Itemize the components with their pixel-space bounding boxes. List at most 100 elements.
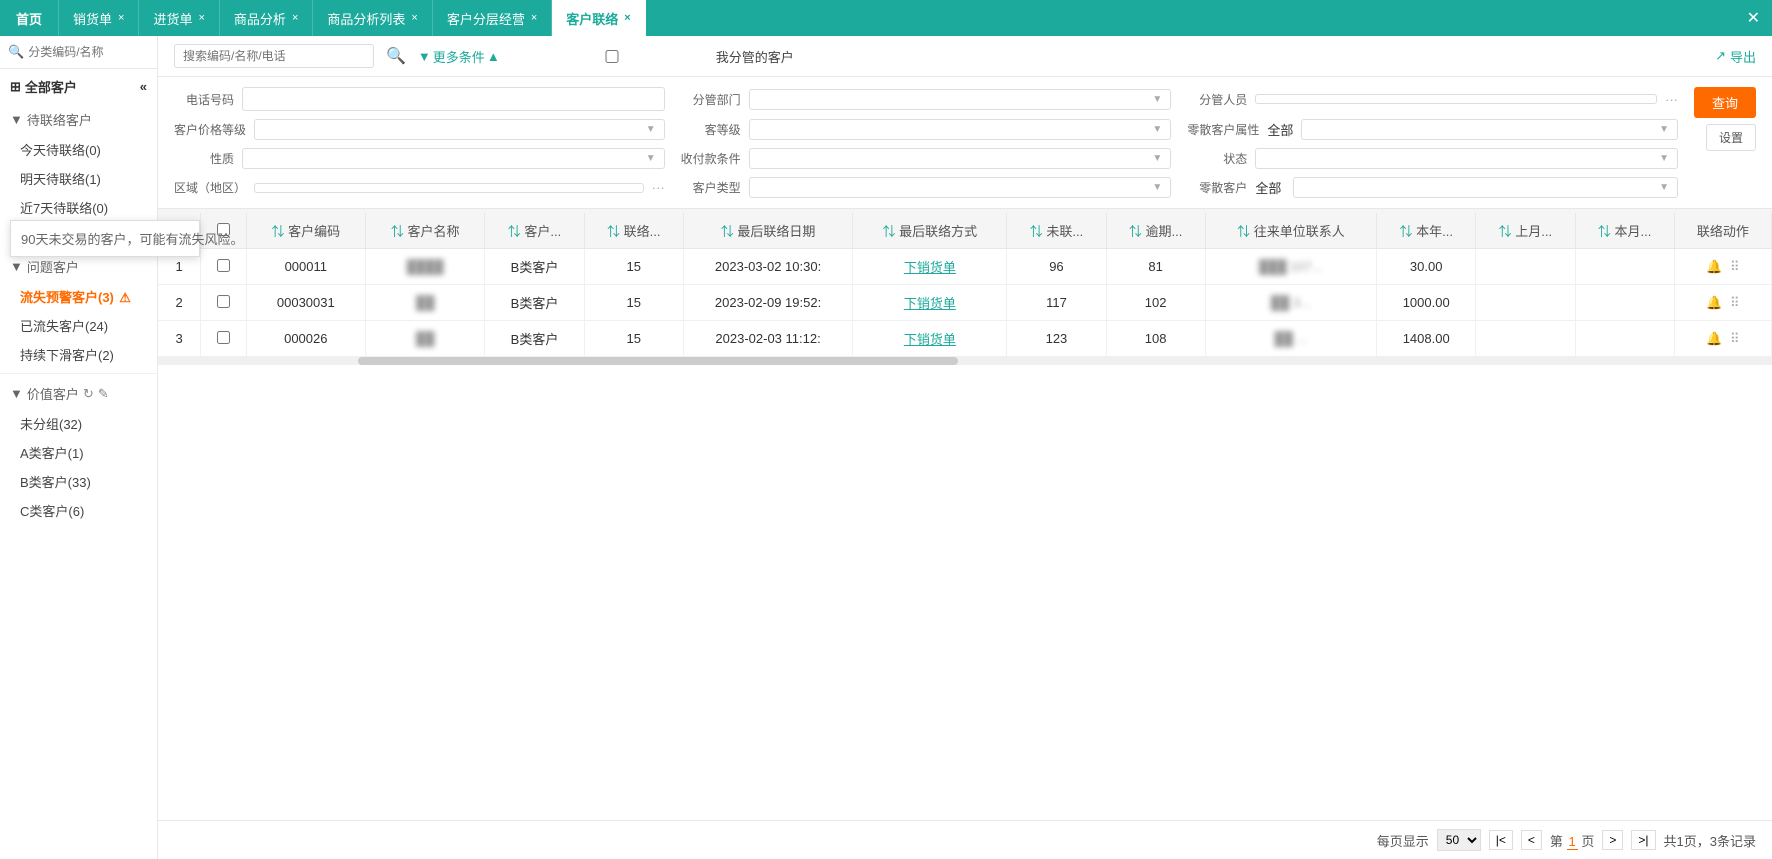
tab-customer-link[interactable]: 客户联络 × [552, 0, 645, 36]
my-customers-checkbox[interactable] [512, 50, 712, 63]
sort-icon-8: ⇅ [1129, 224, 1142, 239]
col-contact[interactable]: ⇅ 联络... [584, 213, 683, 249]
row-checkbox[interactable] [217, 259, 230, 272]
tab-home[interactable]: 首页 [0, 0, 59, 36]
query-button[interactable]: 查询 [1694, 87, 1756, 118]
more-conditions-button[interactable]: ▼ 更多条件 ▲ [418, 47, 500, 66]
filter-icon: ▼ [418, 49, 431, 64]
person-more-btn[interactable]: ··· [1665, 92, 1678, 107]
cell-last-date: 2023-02-09 19:52: [683, 285, 853, 321]
action-contact-icon[interactable]: 🔔 [1706, 295, 1722, 310]
tab-analysis-list-close[interactable]: × [411, 12, 417, 24]
cell-not-contact: 123 [1007, 321, 1106, 357]
zero-retail-attr-select[interactable]: ▼ [1301, 119, 1678, 140]
col-not-contact[interactable]: ⇅ 未联... [1007, 213, 1106, 249]
tab-analysis-list[interactable]: 商品分析列表 × [313, 0, 432, 36]
col-code[interactable]: ⇅ 客户编码 [246, 213, 365, 249]
scroll-thumb[interactable] [358, 357, 958, 365]
first-page-button[interactable]: |< [1489, 830, 1513, 850]
sidebar-item-churned[interactable]: 已流失客户(24) [0, 311, 157, 340]
tab-customer-tier[interactable]: 客户分层经营 × [433, 0, 552, 36]
sidebar-item-churn-warning[interactable]: 流失预警客户(3) ⚠ [0, 282, 157, 311]
col-last-way[interactable]: ⇅ 最后联络方式 [853, 213, 1007, 249]
tab-sales[interactable]: 销货单 × [59, 0, 139, 36]
cell-check[interactable] [201, 249, 246, 285]
cell-this-month [1575, 285, 1674, 321]
row-checkbox[interactable] [217, 331, 230, 344]
cell-check[interactable] [201, 285, 246, 321]
next-page-button[interactable]: > [1602, 830, 1623, 850]
tab-customer-tier-close[interactable]: × [531, 12, 537, 24]
region-select[interactable] [254, 183, 644, 193]
price-tier-select[interactable]: ▼ [254, 119, 665, 140]
cell-action[interactable]: 🔔 ⠿ [1674, 249, 1771, 285]
horizontal-scrollbar[interactable] [158, 357, 1772, 365]
dept-select[interactable]: ▼ [749, 89, 1172, 110]
collapse-icon[interactable]: « [140, 79, 147, 94]
tab-purchase-close[interactable]: × [198, 12, 204, 24]
payment-select[interactable]: ▼ [749, 148, 1172, 169]
cell-action[interactable]: 🔔 ⠿ [1674, 285, 1771, 321]
sidebar-item-declining[interactable]: 持续下滑客户(2) [0, 340, 157, 369]
tab-sales-close[interactable]: × [118, 12, 124, 24]
status-select[interactable]: ▼ [1255, 148, 1678, 169]
zero-retail-select[interactable]: ▼ [1293, 177, 1678, 198]
action-contact-icon[interactable]: 🔔 [1706, 331, 1722, 346]
sidebar-item-tomorrow[interactable]: 明天待联络(1) [0, 164, 157, 193]
sidebar-item-b-class[interactable]: B类客户(33) [0, 467, 157, 496]
cell-action[interactable]: 🔔 ⠿ [1674, 321, 1771, 357]
sidebar-search-input[interactable] [28, 45, 158, 59]
tab-analysis-close[interactable]: × [292, 12, 298, 24]
col-type[interactable]: ⇅ 客户... [485, 213, 584, 249]
cell-last-way[interactable]: 下销货单 [853, 321, 1007, 357]
sidebar-search-icon: 🔍 [8, 44, 24, 60]
sort-icon-5: ⇅ [721, 224, 734, 239]
region-more-btn[interactable]: ··· [652, 180, 665, 195]
sidebar-all-customers[interactable]: ⊞ 全部客户 « [0, 69, 157, 104]
sidebar-item-c-class[interactable]: C类客户(6) [0, 496, 157, 525]
prev-page-button[interactable]: < [1521, 830, 1542, 850]
customer-type-select[interactable]: ▼ [749, 177, 1172, 198]
refresh-icon[interactable]: ↻ [83, 386, 94, 402]
filter-bar: 🔍 ▼ 更多条件 ▲ 我分管的客户 ↗ 导出 [158, 36, 1772, 77]
sidebar-item-a-class[interactable]: A类客户(1) [0, 438, 157, 467]
cell-last-way[interactable]: 下销货单 [853, 285, 1007, 321]
search-button[interactable]: 🔍 [386, 46, 406, 66]
sidebar-item-7days[interactable]: 近7天待联络(0) [0, 193, 157, 222]
settings-button[interactable]: 设置 [1706, 124, 1756, 151]
search-input[interactable] [174, 44, 374, 68]
close-all-button[interactable]: ✕ [1747, 8, 1760, 28]
sidebar-section-value[interactable]: ▼ 价值客户 ↻ ✎ [0, 378, 157, 409]
last-page-button[interactable]: >| [1631, 830, 1655, 850]
cell-last-way[interactable]: 下销货单 [853, 249, 1007, 285]
sidebar-section-pending[interactable]: ▼ 待联络客户 [0, 104, 157, 135]
per-page-select[interactable]: 50 [1437, 829, 1481, 851]
col-last-date[interactable]: ⇅ 最后联络日期 [683, 213, 853, 249]
col-overdue[interactable]: ⇅ 逾期... [1106, 213, 1205, 249]
col-unit-contact[interactable]: ⇅ 往来单位联系人 [1205, 213, 1376, 249]
gender-select[interactable]: ▼ [242, 148, 665, 169]
col-name[interactable]: ⇅ 客户名称 [366, 213, 485, 249]
phone-input[interactable] [242, 87, 665, 111]
person-select[interactable] [1255, 94, 1657, 104]
tab-analysis[interactable]: 商品分析 × [220, 0, 313, 36]
customer-tier-select[interactable]: ▼ [749, 119, 1172, 140]
cell-check[interactable] [201, 321, 246, 357]
action-more-icon[interactable]: ⠿ [1730, 331, 1740, 346]
export-button[interactable]: ↗ 导出 [1715, 47, 1756, 66]
action-more-icon[interactable]: ⠿ [1730, 259, 1740, 274]
row-checkbox[interactable] [217, 295, 230, 308]
sidebar-item-unclassified[interactable]: 未分组(32) [0, 409, 157, 438]
my-customers-checkbox-label[interactable]: 我分管的客户 [512, 47, 794, 66]
sidebar-item-today[interactable]: 今天待联络(0) [0, 135, 157, 164]
sort-icon: ⇅ [271, 224, 284, 239]
tab-customer-link-close[interactable]: × [624, 12, 630, 24]
col-this-month[interactable]: ⇅ 本月... [1575, 213, 1674, 249]
edit-icon[interactable]: ✎ [98, 386, 109, 402]
col-last-month[interactable]: ⇅ 上月... [1476, 213, 1575, 249]
tab-purchase[interactable]: 进货单 × [139, 0, 219, 36]
col-this-year[interactable]: ⇅ 本年... [1377, 213, 1476, 249]
action-contact-icon[interactable]: 🔔 [1706, 259, 1722, 274]
filter-region-row: 区域（地区） ··· [174, 177, 665, 198]
action-more-icon[interactable]: ⠿ [1730, 295, 1740, 310]
